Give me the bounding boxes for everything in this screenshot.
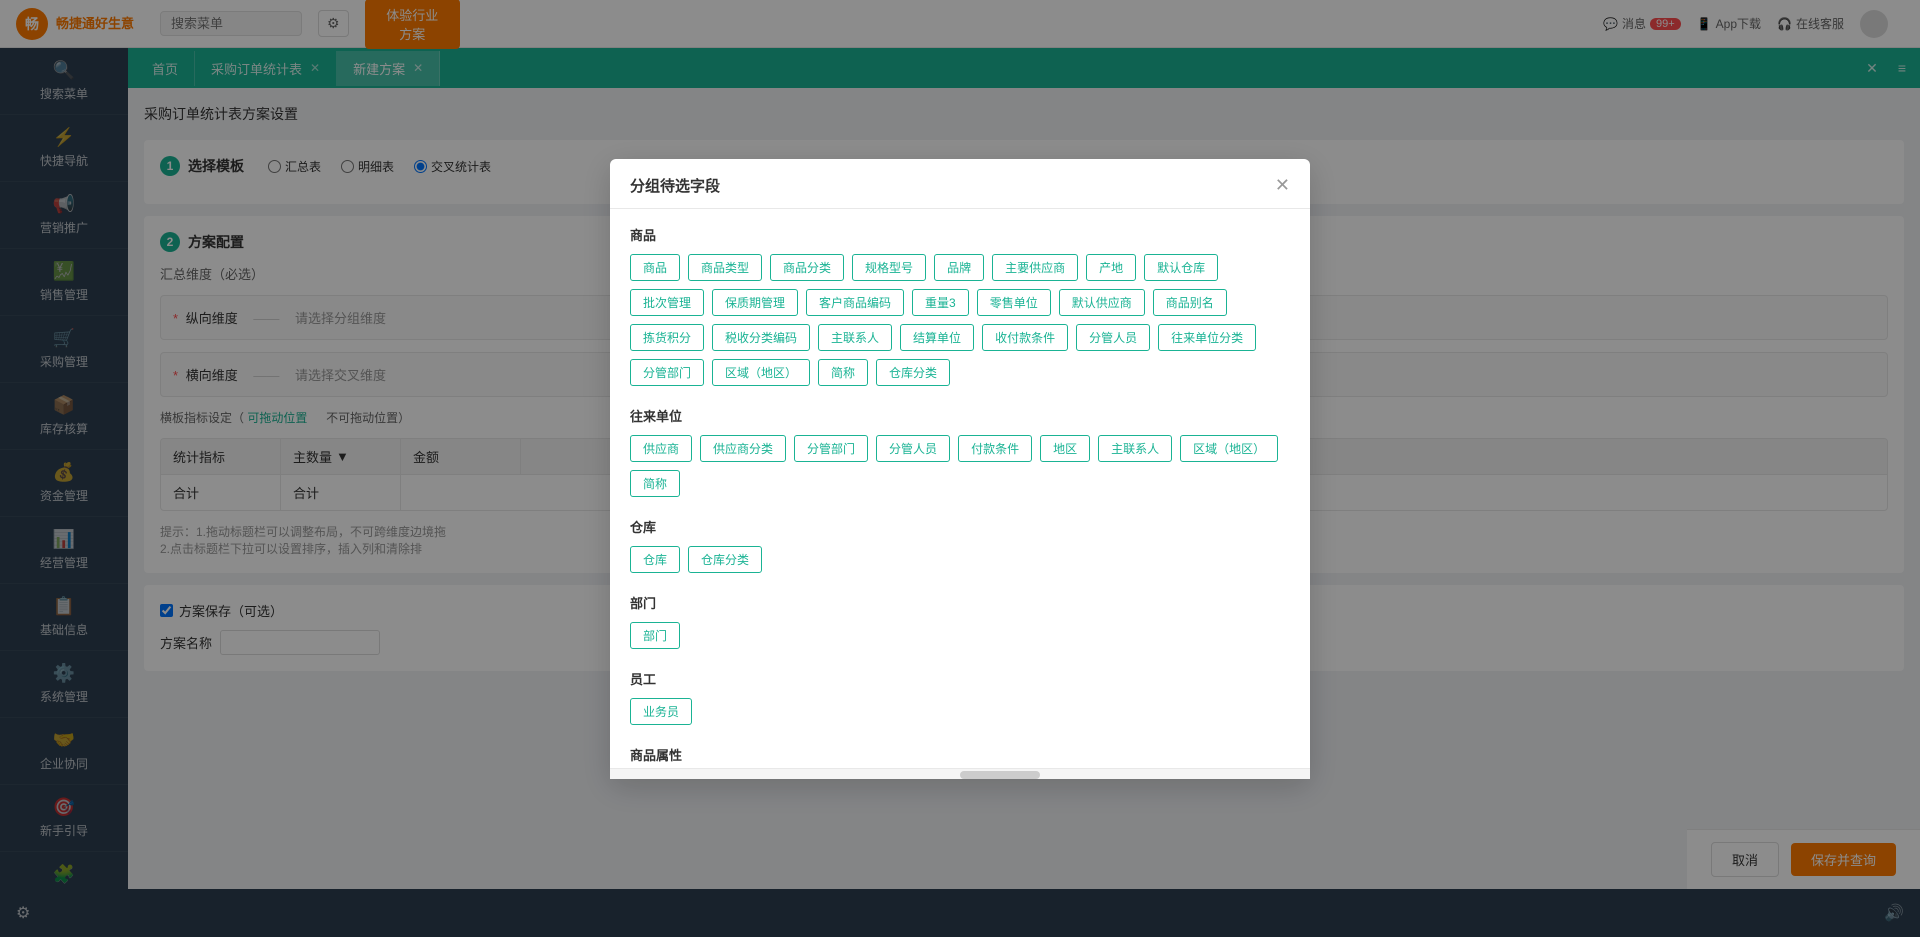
modal-overlay: 分组待选字段 ✕ 商品商品商品类型商品分类规格型号品牌主要供应商产地默认仓库批次… — [0, 0, 1920, 937]
field-tag-0-0[interactable]: 商品 — [630, 254, 680, 281]
modal-section-5: 商品属性属性颜色多规格尺码鞋码1 — [630, 745, 1290, 769]
field-grid-4: 业务员 — [630, 698, 1290, 725]
field-tag-1-5[interactable]: 地区 — [1040, 435, 1090, 462]
field-tag-1-3[interactable]: 分管人员 — [876, 435, 950, 462]
field-tag-1-4[interactable]: 付款条件 — [958, 435, 1032, 462]
field-tag-0-24[interactable]: 简称 — [818, 359, 868, 386]
field-tag-0-23[interactable]: 区域（地区） — [712, 359, 810, 386]
field-grid-3: 部门 — [630, 622, 1290, 649]
field-tag-0-10[interactable]: 客户商品编码 — [806, 289, 904, 316]
modal-section-3: 部门部门 — [630, 593, 1290, 649]
field-tag-0-22[interactable]: 分管部门 — [630, 359, 704, 386]
field-tag-0-20[interactable]: 分管人员 — [1076, 324, 1150, 351]
field-tag-2-0[interactable]: 仓库 — [630, 546, 680, 573]
field-tag-4-0[interactable]: 业务员 — [630, 698, 692, 725]
field-tag-1-8[interactable]: 简称 — [630, 470, 680, 497]
field-tag-0-4[interactable]: 品牌 — [934, 254, 984, 281]
modal-title: 分组待选字段 — [630, 175, 720, 196]
field-tag-0-19[interactable]: 收付款条件 — [982, 324, 1068, 351]
field-tag-0-11[interactable]: 重量3 — [912, 289, 969, 316]
field-grid-0: 商品商品类型商品分类规格型号品牌主要供应商产地默认仓库批次管理保质期管理客户商品… — [630, 254, 1290, 386]
field-tag-1-2[interactable]: 分管部门 — [794, 435, 868, 462]
field-tag-0-6[interactable]: 产地 — [1086, 254, 1136, 281]
field-tag-0-17[interactable]: 主联系人 — [818, 324, 892, 351]
modal-section-1: 往来单位供应商供应商分类分管部门分管人员付款条件地区主联系人区域（地区） 简称 — [630, 406, 1290, 497]
field-tag-1-7[interactable]: 区域（地区） — [1180, 435, 1278, 462]
field-tag-0-8[interactable]: 批次管理 — [630, 289, 704, 316]
field-tag-1-6[interactable]: 主联系人 — [1098, 435, 1172, 462]
modal-hscroll-thumb — [960, 771, 1040, 779]
field-tag-0-1[interactable]: 商品类型 — [688, 254, 762, 281]
field-tag-0-15[interactable]: 拣货积分 — [630, 324, 704, 351]
modal-section-title-1: 往来单位 — [630, 406, 1290, 425]
field-tag-1-0[interactable]: 供应商 — [630, 435, 692, 462]
field-tag-0-5[interactable]: 主要供应商 — [992, 254, 1078, 281]
modal-header: 分组待选字段 ✕ — [610, 159, 1310, 209]
modal-section-2: 仓库仓库仓库分类 — [630, 517, 1290, 573]
field-tag-0-16[interactable]: 税收分类编码 — [712, 324, 810, 351]
modal-section-title-3: 部门 — [630, 593, 1290, 612]
field-tag-0-25[interactable]: 仓库分类 — [876, 359, 950, 386]
field-tag-3-0[interactable]: 部门 — [630, 622, 680, 649]
modal-section-title-2: 仓库 — [630, 517, 1290, 536]
modal-section-title-5: 商品属性 — [630, 745, 1290, 764]
modal-section-0: 商品商品商品类型商品分类规格型号品牌主要供应商产地默认仓库批次管理保质期管理客户… — [630, 225, 1290, 386]
field-tag-0-12[interactable]: 零售单位 — [977, 289, 1051, 316]
field-grid-1: 供应商供应商分类分管部门分管人员付款条件地区主联系人区域（地区） 简称 — [630, 435, 1290, 497]
field-tag-0-2[interactable]: 商品分类 — [770, 254, 844, 281]
field-tag-0-7[interactable]: 默认仓库 — [1144, 254, 1218, 281]
field-tag-0-18[interactable]: 结算单位 — [900, 324, 974, 351]
field-tag-1-1[interactable]: 供应商分类 — [700, 435, 786, 462]
field-tag-0-3[interactable]: 规格型号 — [852, 254, 926, 281]
field-grid-2: 仓库仓库分类 — [630, 546, 1290, 573]
field-tag-0-21[interactable]: 往来单位分类 — [1158, 324, 1256, 351]
modal-close-button[interactable]: ✕ — [1275, 176, 1290, 194]
field-tag-0-13[interactable]: 默认供应商 — [1059, 289, 1145, 316]
modal-horizontal-scrollbar[interactable] — [610, 768, 1310, 778]
field-tag-0-14[interactable]: 商品别名 — [1153, 289, 1227, 316]
modal-dialog: 分组待选字段 ✕ 商品商品商品类型商品分类规格型号品牌主要供应商产地默认仓库批次… — [610, 159, 1310, 779]
modal-section-4: 员工业务员 — [630, 669, 1290, 725]
modal-section-title-4: 员工 — [630, 669, 1290, 688]
field-tag-0-9[interactable]: 保质期管理 — [712, 289, 798, 316]
field-tag-2-1[interactable]: 仓库分类 — [688, 546, 762, 573]
modal-section-title-0: 商品 — [630, 225, 1290, 244]
modal-body: 商品商品商品类型商品分类规格型号品牌主要供应商产地默认仓库批次管理保质期管理客户… — [610, 209, 1310, 769]
